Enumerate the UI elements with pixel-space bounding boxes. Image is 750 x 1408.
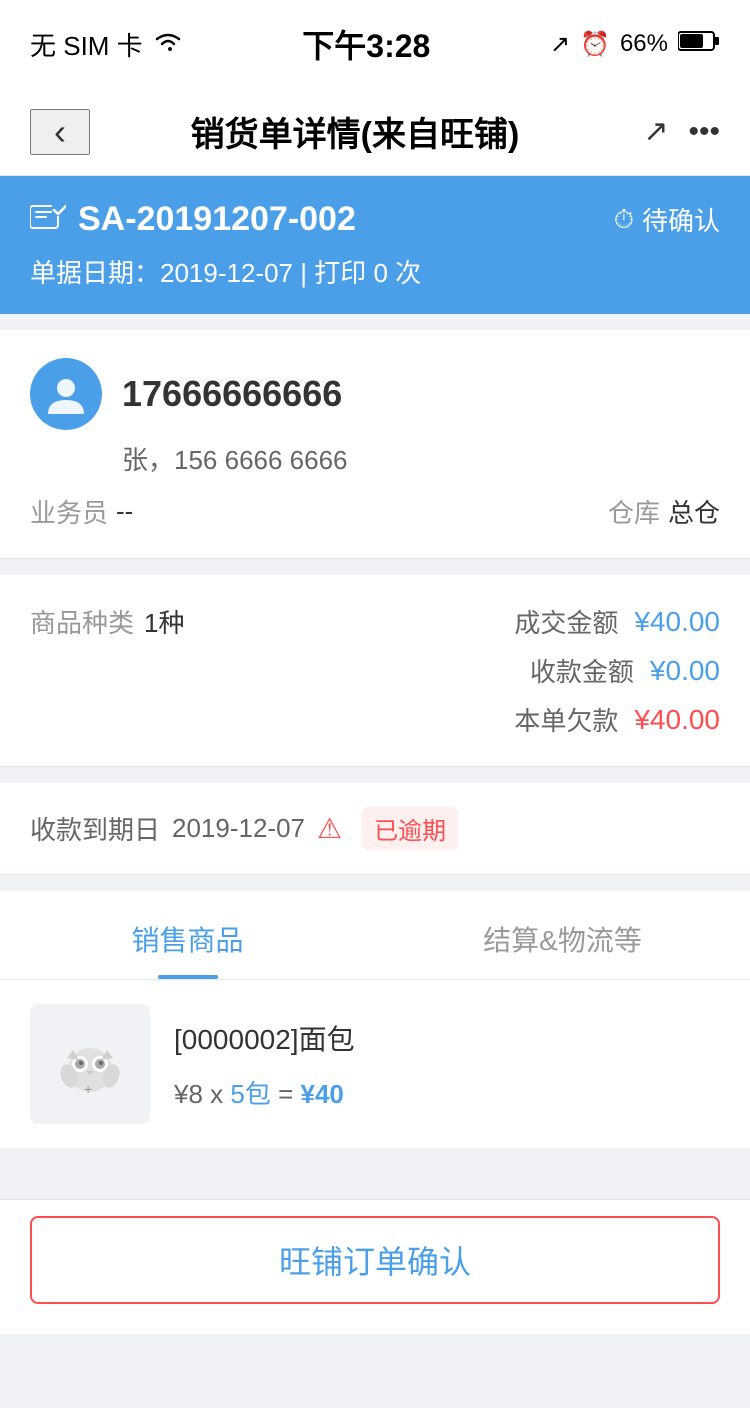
amount-label-0: 成交金额 xyxy=(514,603,618,640)
order-date: 单据日期：2019-12-07 xyxy=(30,258,293,288)
bottom-bar: 旺铺订单确认 xyxy=(0,1199,750,1334)
order-print-count: 打印 0 次 xyxy=(314,258,421,288)
product-types-label: 商品种类 xyxy=(30,603,134,640)
due-date: 2019-12-07 xyxy=(172,813,305,844)
nav-bar: ‹ 销货单详情(来自旺铺) ↗ ••• xyxy=(0,88,750,176)
divider-3 xyxy=(0,874,750,875)
status-bar: 无 SIM 卡 下午3:28 ↗ ⏰ 66% xyxy=(0,0,750,88)
order-header-top: SA-20191207-002 ⏱ 待确认 xyxy=(30,200,720,239)
product-name: [0000002]面包 xyxy=(174,1018,720,1058)
clock-icon: ⏱ xyxy=(614,204,634,236)
tab-sales-label: 销售商品 xyxy=(131,925,243,956)
svg-text:+: + xyxy=(84,1081,92,1097)
product-owl-logo: + xyxy=(55,1032,125,1097)
product-types-value: 1种 xyxy=(144,603,184,640)
tab-sales[interactable]: 销售商品 xyxy=(0,891,375,979)
product-thumbnail: + xyxy=(30,1004,150,1124)
summary-section: 商品种类 1种 成交金额 ¥40.00 收款金额 ¥0.00 本单欠款 ¥40.… xyxy=(0,575,750,766)
order-meta: 单据日期：2019-12-07 | 打印 0 次 xyxy=(30,253,720,290)
due-label: 收款到期日 xyxy=(30,810,160,847)
product-qty: 5包 xyxy=(230,1079,270,1109)
warehouse-value: 总仓 xyxy=(668,493,720,530)
product-unit-price: ¥8 x xyxy=(174,1079,230,1109)
status-time: 下午3:28 xyxy=(302,21,430,67)
salesperson-label: 业务员 xyxy=(30,493,108,530)
amount-value-0: ¥40.00 xyxy=(634,606,720,638)
more-icon[interactable]: ••• xyxy=(688,115,720,149)
alarm-icon: ⏰ xyxy=(580,30,610,59)
salesperson-value: -- xyxy=(116,496,133,527)
warning-icon: ⚠ xyxy=(317,812,342,845)
order-status-text: 待确认 xyxy=(642,201,720,238)
overdue-badge: 已逾期 xyxy=(362,807,458,850)
sim-label: 无 SIM 卡 xyxy=(30,26,143,63)
amount-value-2: ¥40.00 xyxy=(634,704,720,736)
amounts-section: 成交金额 ¥40.00 收款金额 ¥0.00 本单欠款 ¥40.00 xyxy=(514,603,720,738)
product-total: ¥40 xyxy=(300,1079,343,1109)
battery-icon xyxy=(678,30,720,59)
customer-phone: 17666666666 xyxy=(122,373,342,415)
divider-2 xyxy=(0,766,750,767)
product-item: + [0000002]面包 ¥8 x 5包 = ¥40 xyxy=(0,980,750,1148)
amount-label-2: 本单欠款 xyxy=(514,701,618,738)
wifi-icon xyxy=(153,29,183,60)
order-id: SA-20191207-002 xyxy=(30,200,356,239)
customer-name: 张，156 6666 6666 xyxy=(122,440,720,477)
order-id-text: SA-20191207-002 xyxy=(78,200,356,239)
confirm-order-button[interactable]: 旺铺订单确认 xyxy=(30,1216,720,1304)
divider-1 xyxy=(0,558,750,559)
tab-settlement[interactable]: 结算&物流等 xyxy=(375,891,750,979)
summary-row: 商品种类 1种 成交金额 ¥40.00 收款金额 ¥0.00 本单欠款 ¥40.… xyxy=(30,603,720,738)
product-info: [0000002]面包 ¥8 x 5包 = ¥40 xyxy=(174,1018,720,1111)
order-icon xyxy=(30,200,66,239)
amount-row-1: 收款金额 ¥0.00 xyxy=(530,652,720,689)
battery-percentage: 66% xyxy=(620,30,668,58)
order-separator: | xyxy=(300,258,314,288)
share-icon[interactable]: ↗ xyxy=(643,114,668,149)
customer-section: 17666666666 张，156 6666 6666 业务员 -- 仓库 总仓 xyxy=(0,330,750,558)
order-header: SA-20191207-002 ⏱ 待确认 单据日期：2019-12-07 | … xyxy=(0,176,750,314)
status-left: 无 SIM 卡 xyxy=(30,26,183,63)
product-equals: = xyxy=(271,1079,301,1109)
location-icon: ↗ xyxy=(550,30,570,59)
page-title: 销货单详情(来自旺铺) xyxy=(90,107,620,156)
order-status: ⏱ 待确认 xyxy=(614,201,720,238)
warehouse-label: 仓库 xyxy=(608,493,660,530)
nav-actions: ↗ ••• xyxy=(620,114,720,149)
amount-label-1: 收款金额 xyxy=(530,652,634,689)
customer-info-row: 业务员 -- 仓库 总仓 xyxy=(30,493,720,530)
tabs-section: 销售商品 结算&物流等 xyxy=(0,891,750,1148)
status-right: ↗ ⏰ 66% xyxy=(550,30,720,59)
product-price: ¥8 x 5包 = ¥40 xyxy=(174,1074,720,1111)
back-button[interactable]: ‹ xyxy=(30,109,90,155)
due-section: 收款到期日 2019-12-07 ⚠ 已逾期 xyxy=(0,783,750,874)
amount-row-0: 成交金额 ¥40.00 xyxy=(514,603,720,640)
tab-settlement-label: 结算&物流等 xyxy=(483,925,642,956)
tabs-header: 销售商品 结算&物流等 xyxy=(0,891,750,980)
amount-value-1: ¥0.00 xyxy=(650,655,720,687)
customer-row: 17666666666 xyxy=(30,358,720,430)
product-types: 商品种类 1种 xyxy=(30,603,184,640)
customer-avatar xyxy=(30,358,102,430)
amount-row-2: 本单欠款 ¥40.00 xyxy=(514,701,720,738)
